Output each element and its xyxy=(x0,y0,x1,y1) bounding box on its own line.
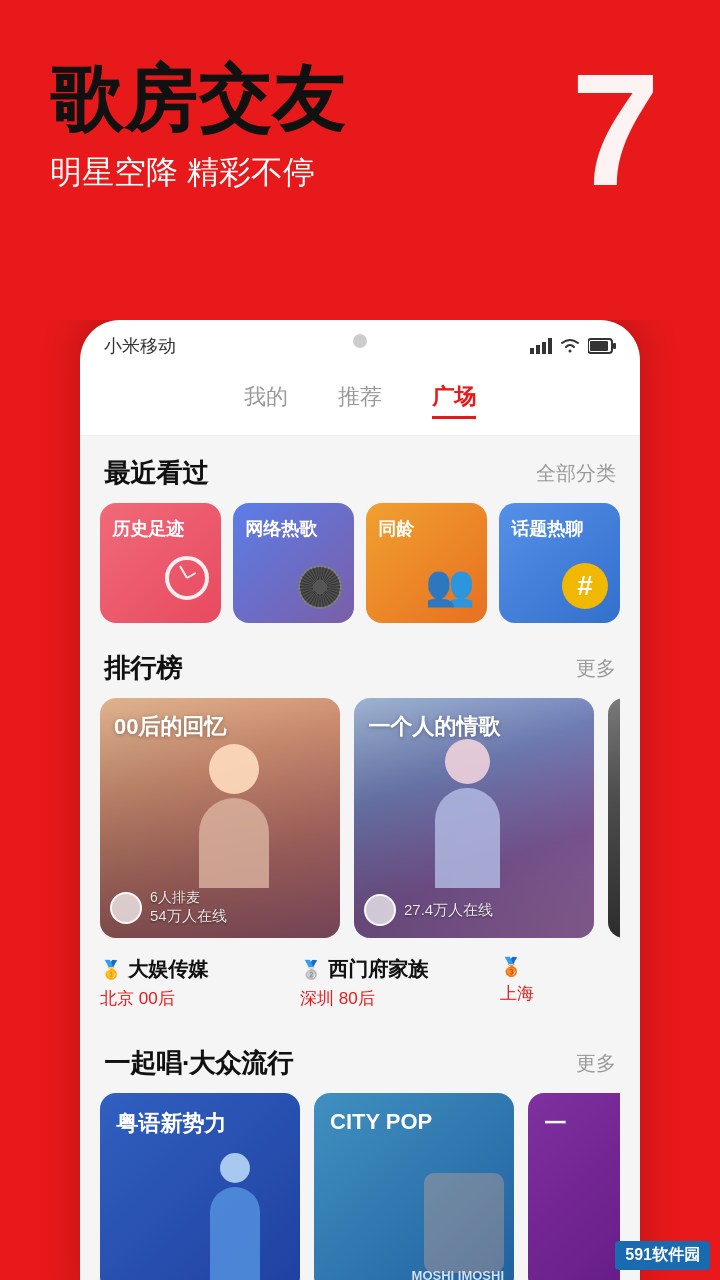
svg-rect-1 xyxy=(536,345,540,354)
ranking-card-2[interactable]: 一个人的情歌 27.4万人在线 xyxy=(354,698,594,938)
category-topic-label: 话题热聊 xyxy=(511,517,583,541)
people-icon: 👥 xyxy=(425,562,475,609)
status-bar: 小米移动 xyxy=(80,320,640,366)
recent-header: 最近看过 全部分类 xyxy=(100,436,620,503)
ranking-header: 排行榜 更多 xyxy=(100,631,620,698)
ranking-card-2-title: 一个人的情歌 xyxy=(368,712,500,742)
recent-title: 最近看过 xyxy=(104,456,208,491)
status-icons xyxy=(530,338,616,354)
carrier-text: 小米移动 xyxy=(104,334,176,358)
tab-square[interactable]: 广场 xyxy=(432,378,476,419)
category-hot-song[interactable]: 网络热歌 xyxy=(233,503,354,623)
room-name-row-1: 🥇 大娱传媒 xyxy=(100,956,286,983)
sing-label-citypop: CITY POP xyxy=(330,1109,432,1135)
cantonese-figure xyxy=(200,1153,270,1280)
ranking-title: 排行榜 xyxy=(104,651,182,686)
ranking-more[interactable]: 更多 xyxy=(576,655,616,682)
room-name-1[interactable]: 大娱传媒 xyxy=(128,956,208,983)
category-history-label: 历史足迹 xyxy=(112,517,184,541)
banner-number: 7 xyxy=(571,50,660,210)
sing-header: 一起唱·大众流行 更多 xyxy=(100,1026,620,1093)
room-name-2[interactable]: 西门府家族 xyxy=(328,956,428,983)
category-peers-label: 同龄 xyxy=(378,517,414,541)
room-name-row-3: 🥉 xyxy=(500,956,620,978)
signal-icon xyxy=(530,338,552,354)
rank-badge-2: 🥈 xyxy=(300,959,322,981)
ranking-card-2-bottom: 27.4万人在线 xyxy=(364,894,584,926)
category-peers[interactable]: 同龄 👥 xyxy=(366,503,487,623)
sing-label-third: 一 xyxy=(544,1109,566,1139)
sing-card-citypop[interactable]: CITY POP MOSHI IMOSHI xyxy=(314,1093,514,1280)
ranking-scroll: 00后的回忆 6人排麦 54万人在线 xyxy=(100,698,620,948)
ranking-queuing-1: 6人排麦 xyxy=(150,889,227,907)
room-info-2: 🥈 西门府家族 深圳 80后 xyxy=(300,956,486,1010)
hash-icon: # xyxy=(562,563,608,609)
sing-label-cantonese: 粤语新势力 xyxy=(116,1109,226,1139)
svg-rect-6 xyxy=(613,343,616,349)
tab-recommend[interactable]: 推荐 xyxy=(338,378,382,419)
tab-mine[interactable]: 我的 xyxy=(244,378,288,419)
category-grid: 历史足迹 网络热歌 同龄 👥 xyxy=(100,503,620,631)
ranking-card-1[interactable]: 00后的回忆 6人排麦 54万人在线 xyxy=(100,698,340,938)
category-history[interactable]: 历史足迹 xyxy=(100,503,221,623)
content-area: 最近看过 全部分类 历史足迹 网络热歌 xyxy=(80,436,640,1280)
svg-rect-0 xyxy=(530,348,534,354)
ranking-card-3[interactable]: 80后 xyxy=(608,698,620,938)
rank-badge-3: 🥉 xyxy=(500,956,522,978)
svg-rect-3 xyxy=(548,338,552,354)
svg-rect-5 xyxy=(590,341,608,351)
svg-rect-2 xyxy=(542,342,546,354)
clock-icon xyxy=(165,556,209,609)
rank-badge-1: 🥇 xyxy=(100,959,122,981)
room-info-1: 🥇 大娱传媒 北京 00后 xyxy=(100,956,286,1010)
person-figure-1 xyxy=(199,744,269,888)
sing-title: 一起唱·大众流行 xyxy=(104,1046,293,1081)
category-topic[interactable]: 话题热聊 # xyxy=(499,503,620,623)
ranking-card-1-bottom: 6人排麦 54万人在线 xyxy=(110,889,330,926)
ranking-info-row: 🥇 大娱传媒 北京 00后 🥈 西门府家族 深圳 80后 🥉 xyxy=(100,948,620,1026)
sing-scroll: 粤语新势力 CITY POP MOSHI IMOSHI xyxy=(100,1093,620,1280)
person-figure-2 xyxy=(435,739,500,888)
category-hot-song-label: 网络热歌 xyxy=(245,517,317,541)
phone-wrapper: 小米移动 xyxy=(0,320,720,1280)
sing-card-third[interactable]: 一 xyxy=(528,1093,620,1280)
sing-more[interactable]: 更多 xyxy=(576,1050,616,1077)
tab-bar: 我的 推荐 广场 xyxy=(80,366,640,436)
room-tag-1: 北京 00后 xyxy=(100,987,286,1010)
citypop-figure xyxy=(424,1173,504,1273)
phone-mockup: 小米移动 xyxy=(80,320,640,1280)
battery-icon xyxy=(588,338,616,354)
room-name-row-2: 🥈 西门府家族 xyxy=(300,956,486,983)
room-tag-3: 上海 xyxy=(500,982,620,1005)
recent-more[interactable]: 全部分类 xyxy=(536,460,616,487)
banner-section: 歌房交友 明星空降 精彩不停 7 xyxy=(0,0,720,320)
wifi-icon xyxy=(560,338,580,354)
room-tag-2: 深圳 80后 xyxy=(300,987,486,1010)
ranking-online-2: 27.4万人在线 xyxy=(404,901,493,920)
vinyl-icon xyxy=(298,565,342,609)
ranking-card-1-title: 00后的回忆 xyxy=(114,712,226,742)
watermark: 591软件园 xyxy=(615,1241,710,1270)
room-info-3: 🥉 上海 xyxy=(500,956,620,1010)
sing-card-cantonese[interactable]: 粤语新势力 xyxy=(100,1093,300,1280)
ranking-avatar-1 xyxy=(110,892,142,924)
ranking-online-1: 54万人在线 xyxy=(150,907,227,926)
ranking-avatar-2 xyxy=(364,894,396,926)
